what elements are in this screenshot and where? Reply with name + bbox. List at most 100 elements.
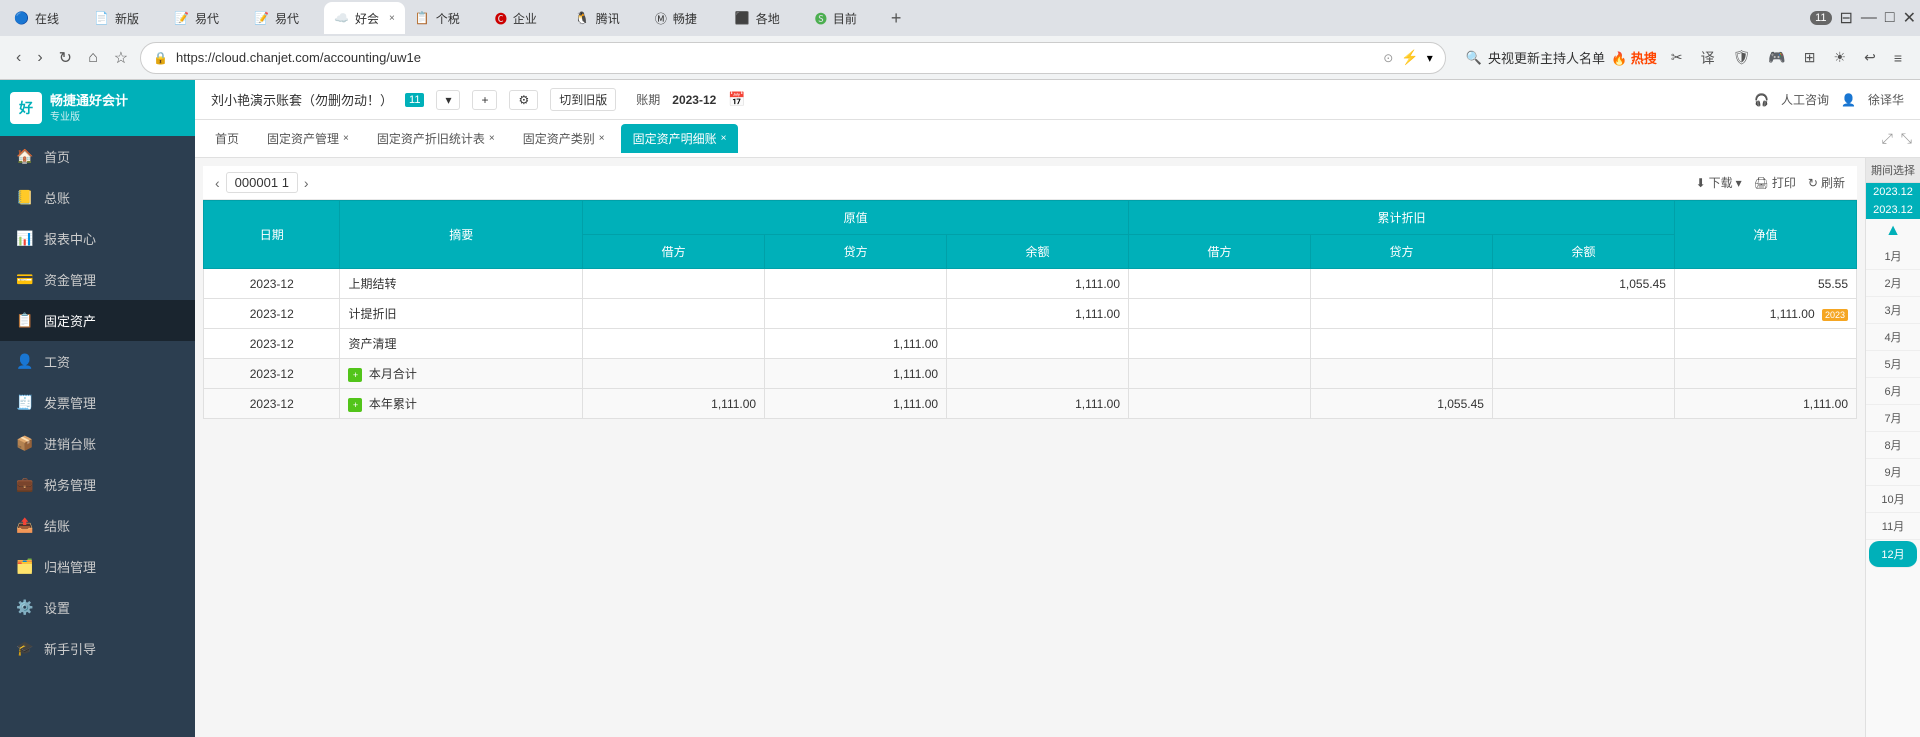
period-month-7[interactable]: 7月: [1866, 405, 1920, 432]
tab-fixed-assets-mgmt-label: 固定资产管理: [267, 130, 339, 147]
address-bar[interactable]: 🔒 https://cloud.chanjet.com/accounting/u…: [140, 42, 1446, 74]
sidebar-item-settings[interactable]: ⚙️ 设置: [0, 587, 195, 628]
period-month-8[interactable]: 8月: [1866, 432, 1920, 459]
sidebar-item-guide[interactable]: 🎓 新手引导: [0, 628, 195, 669]
menu-icon-btn[interactable]: ≡: [1888, 46, 1908, 70]
browser-tab-gedi[interactable]: ⬛ 各地: [725, 2, 805, 34]
th-original-credit: 贷方: [765, 235, 947, 269]
browser-tab-yidai2[interactable]: 📝 易代: [244, 2, 324, 34]
period-month-12[interactable]: 12月: [1869, 541, 1917, 568]
tab-close-asset-category[interactable]: ×: [599, 133, 605, 144]
tab-asset-category-label: 固定资产类别: [523, 130, 595, 147]
sidebar-item-archive[interactable]: 🗂️ 归档管理: [0, 546, 195, 587]
sidebar-item-invoices[interactable]: 🧾 发票管理: [0, 382, 195, 423]
new-tab-button[interactable]: +: [885, 8, 908, 29]
browser-tab-zaixin[interactable]: 🔵 在线: [4, 2, 84, 34]
sidebar-item-purchase-sales[interactable]: 📦 进销台账: [0, 423, 195, 464]
cell-accum-debit-2: [1129, 329, 1311, 359]
logo-main-text: 畅捷通好会计: [50, 93, 128, 109]
period-month-3[interactable]: 3月: [1866, 297, 1920, 324]
browser-tab-qiye[interactable]: 🅒 企业: [485, 2, 565, 34]
dropdown-icon[interactable]: ▾: [1427, 51, 1433, 65]
search-text: 央视更新主持人名单: [1488, 48, 1605, 67]
tab-label-yidai1: 易代: [195, 10, 219, 27]
tab-detail-ledger[interactable]: 固定资产明细账 ×: [621, 124, 739, 153]
tab-close-fixed-assets-mgmt[interactable]: ×: [343, 133, 349, 144]
sidebar-item-payroll[interactable]: 👤 工资: [0, 341, 195, 382]
period-scroll-up-btn[interactable]: ▲: [1866, 219, 1920, 243]
th-accumulated-depreciation: 累计折旧: [1129, 201, 1675, 235]
download-btn[interactable]: ⬇ 下载 ▾: [1696, 174, 1742, 191]
browser-tab-muqian[interactable]: 🅢 目前: [805, 2, 885, 34]
lightning-icon[interactable]: ⚡: [1401, 49, 1418, 66]
browser-tab-xinban[interactable]: 📄 新版: [84, 2, 164, 34]
browser-tab-changjie[interactable]: Ⓜ 畅捷: [645, 2, 725, 34]
cell-net-3: [1674, 359, 1856, 389]
translate-icon-btn[interactable]: 译: [1695, 44, 1721, 72]
period-month-6[interactable]: 6月: [1866, 378, 1920, 405]
download-dropdown-icon[interactable]: ▾: [1736, 176, 1742, 190]
brightness-icon-btn[interactable]: ☀: [1828, 45, 1853, 70]
maximize-icon[interactable]: □: [1885, 9, 1895, 27]
app-container: 好 畅捷通好会计 专业版 🏠 首页 📒 总账 📊 报表中心 💳 资金管理: [0, 80, 1920, 737]
site-info-icon[interactable]: ⊙: [1383, 51, 1393, 65]
tab-close-haohui[interactable]: ×: [389, 13, 395, 24]
hot-search-label[interactable]: 🔥 热搜: [1611, 48, 1657, 67]
consult-label[interactable]: 人工咨询: [1781, 91, 1829, 108]
dropdown-btn[interactable]: ▾: [436, 90, 460, 110]
minimize-icon[interactable]: —: [1861, 9, 1877, 27]
period-month-5[interactable]: 5月: [1866, 351, 1920, 378]
bookmark-button[interactable]: ☆: [110, 44, 132, 72]
home-button[interactable]: ⌂: [84, 45, 102, 71]
period-month-2[interactable]: 2月: [1866, 270, 1920, 297]
sidebar-item-general-ledger[interactable]: 📒 总账: [0, 177, 195, 218]
sidebar-item-settlement[interactable]: 📤 结账: [0, 505, 195, 546]
gamepad-icon-btn[interactable]: 🎮: [1762, 45, 1791, 70]
period-month-list: 1月 2月 3月 4月 5月 6月 7月 8月 9月 10月 11月 12月: [1866, 243, 1920, 569]
calendar-icon[interactable]: 📅: [728, 91, 745, 108]
tab-fixed-assets-mgmt[interactable]: 固定资产管理 ×: [255, 124, 361, 153]
sidebar-label-fixed-assets: 固定资产: [44, 311, 96, 330]
tab-home[interactable]: 首页: [203, 124, 251, 153]
browser-tab-geshui[interactable]: 📋 个税: [405, 2, 485, 34]
period-month-10[interactable]: 10月: [1866, 486, 1920, 513]
period-month-4[interactable]: 4月: [1866, 324, 1920, 351]
period-value: 2023-12: [672, 93, 716, 107]
shield-icon-btn[interactable]: 🛡: [1727, 45, 1757, 70]
pagination-bar: ‹ 000001 1 › ⬇ 下载: [203, 166, 1857, 200]
browser-tab-haohui[interactable]: ☁️ 好会 ×: [324, 2, 405, 34]
sidebar-item-home[interactable]: 🏠 首页: [0, 136, 195, 177]
sidebar-item-funds[interactable]: 💳 资金管理: [0, 259, 195, 300]
history-icon-btn[interactable]: ↩: [1858, 45, 1882, 70]
add-account-btn[interactable]: +: [472, 90, 497, 110]
refresh-btn[interactable]: ↻ 刷新: [1808, 174, 1845, 191]
scissors-icon-btn[interactable]: ✂: [1665, 45, 1689, 70]
fullscreen-contract-icon[interactable]: ⤡: [1901, 130, 1912, 147]
next-page-btn[interactable]: ›: [304, 175, 309, 191]
browser-tab-tengxun[interactable]: 🐧 腾讯: [565, 2, 645, 34]
browser-tab-yidai1[interactable]: 📝 易代: [164, 2, 244, 34]
forward-button[interactable]: ›: [33, 45, 46, 71]
close-icon[interactable]: ✕: [1903, 8, 1916, 28]
reload-button[interactable]: ↻: [55, 44, 76, 72]
sidebar-item-reports[interactable]: 📊 报表中心: [0, 218, 195, 259]
fullscreen-expand-icon[interactable]: ⤢: [1882, 130, 1893, 147]
period-month-11[interactable]: 11月: [1866, 513, 1920, 540]
prev-page-btn[interactable]: ‹: [215, 175, 220, 191]
tab-asset-category[interactable]: 固定资产类别 ×: [511, 124, 617, 153]
tab-depreciation-stats[interactable]: 固定资产折旧统计表 ×: [365, 124, 507, 153]
period-month-1[interactable]: 1月: [1866, 243, 1920, 270]
tab-list-icon[interactable]: ⊟: [1840, 8, 1853, 28]
tab-favicon-qiye: 🅒: [495, 10, 507, 27]
back-button[interactable]: ‹: [12, 45, 25, 71]
sidebar-item-tax[interactable]: 💼 税务管理: [0, 464, 195, 505]
sidebar-item-fixed-assets[interactable]: 📋 固定资产: [0, 300, 195, 341]
settings-btn[interactable]: ⚙: [509, 90, 538, 110]
grid-icon-btn[interactable]: ⊞: [1798, 45, 1822, 70]
cell-accum-balance-0: 1,055.45: [1492, 269, 1674, 299]
switch-version-btn[interactable]: 切到旧版: [550, 88, 616, 111]
print-btn[interactable]: 🖨 打印: [1754, 174, 1796, 191]
tab-close-detail-ledger[interactable]: ×: [721, 133, 727, 144]
tab-close-depreciation-stats[interactable]: ×: [489, 133, 495, 144]
period-month-9[interactable]: 9月: [1866, 459, 1920, 486]
